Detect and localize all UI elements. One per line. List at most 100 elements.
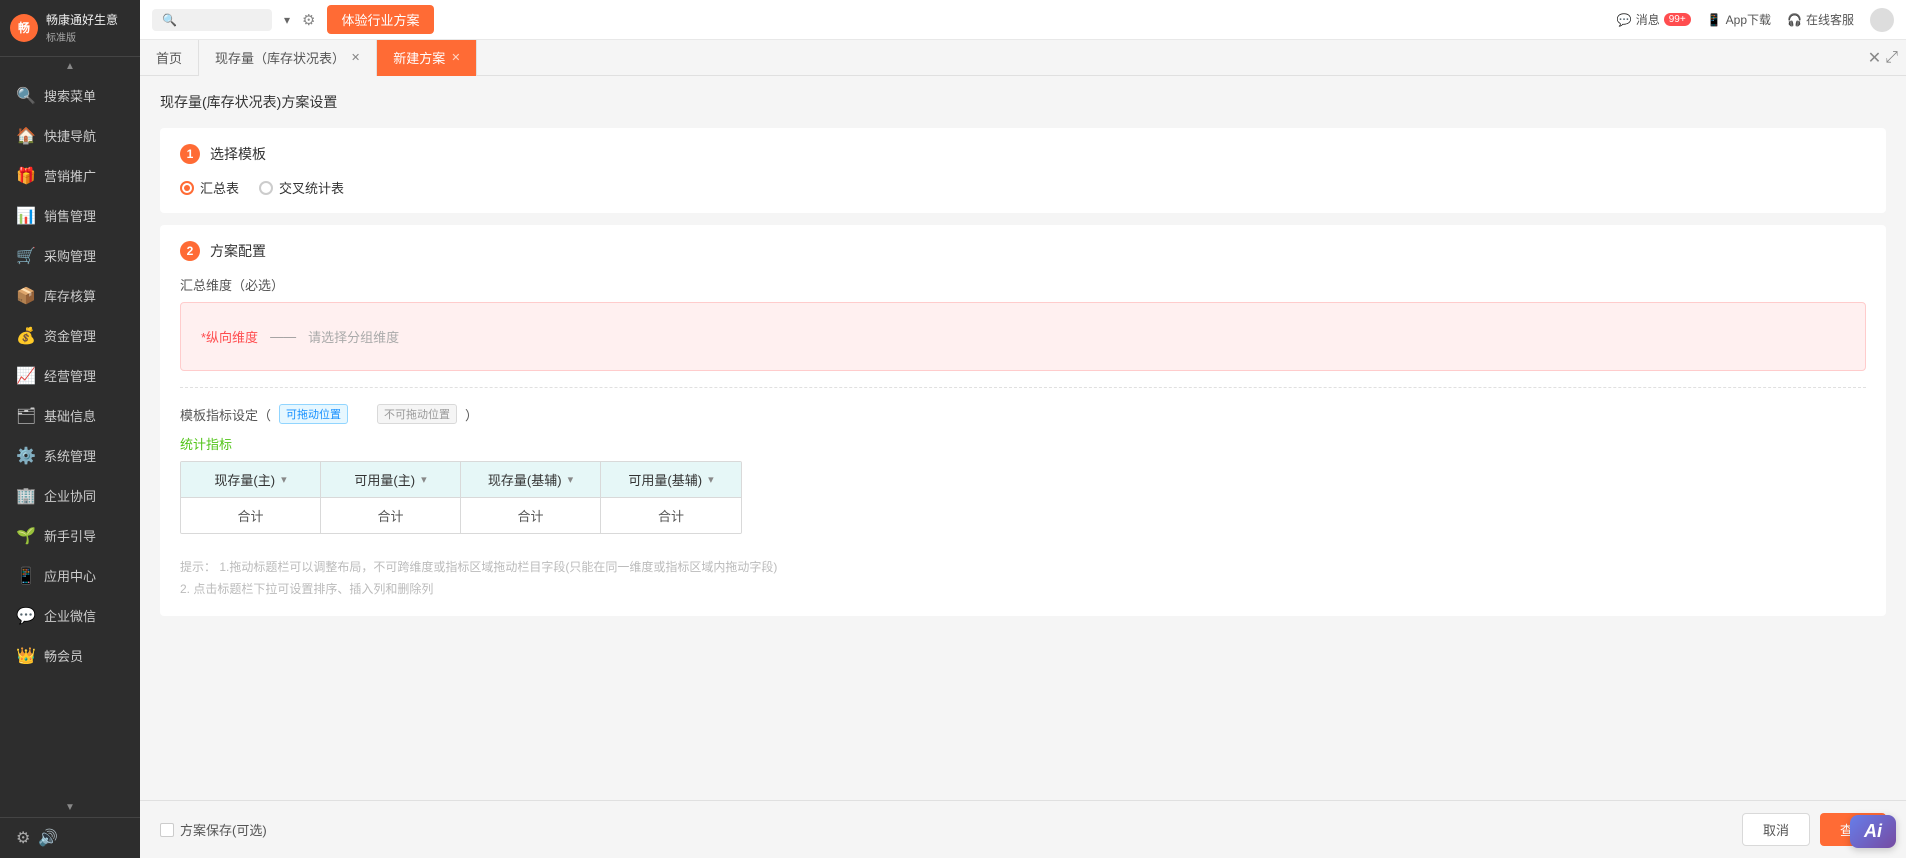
purchase-icon: 🛒 — [16, 246, 36, 266]
message-badge: 99+ — [1664, 13, 1691, 26]
topbar-search-icon: 🔍 — [162, 13, 177, 27]
sidebar-item-basic[interactable]: 🗂 基础信息 — [0, 396, 140, 436]
tabs-actions: ✕ ⤢ — [1868, 48, 1906, 68]
sidebar-scroll-down[interactable]: ▼ — [0, 798, 140, 817]
user-avatar[interactable] — [1870, 8, 1894, 32]
sidebar-item-sales[interactable]: 📊 销售管理 — [0, 196, 140, 236]
tab-home[interactable]: 首页 — [140, 40, 199, 76]
sidebar-scroll-up[interactable]: ▲ — [0, 57, 140, 76]
sidebar-marketing-label: 营销推广 — [44, 166, 96, 185]
tab-new-plan[interactable]: 新建方案 ✕ — [377, 40, 477, 76]
sidebar-basic-label: 基础信息 — [44, 406, 96, 425]
sidebar-item-finance[interactable]: 💰 资金管理 — [0, 316, 140, 356]
tips-section: 提示： 1.拖动标题栏可以调整布局，不可跨维度或指标区域拖动栏目字段(只能在同一… — [180, 557, 1866, 600]
cancel-button[interactable]: 取消 — [1742, 813, 1810, 846]
sidebar-item-inventory[interactable]: 📦 库存核算 — [0, 276, 140, 316]
sidebar-item-search[interactable]: 🔍 搜索菜单 — [0, 76, 140, 116]
settings-footer-icon[interactable]: ⚙ — [16, 828, 30, 848]
stat-col-body-text-0: 合计 — [237, 506, 263, 525]
radio-summary[interactable]: 汇总表 — [180, 178, 239, 197]
sidebar-operations-label: 经营管理 — [44, 366, 96, 385]
online-service-item[interactable]: 🎧 在线客服 — [1787, 11, 1854, 28]
stat-col-header-3[interactable]: 可用量(基辅) ▾ — [601, 462, 741, 498]
stat-col-body-1: 合计 — [321, 498, 461, 533]
sidebar-enterprise-label: 企业协同 — [44, 486, 96, 505]
close-tab-btn[interactable]: ✕ — [1868, 48, 1881, 68]
ai-badge[interactable]: Ai — [1850, 815, 1896, 848]
sidebar-wechat-label: 企业微信 — [44, 606, 96, 625]
logo-badge: 标准版 — [46, 29, 118, 44]
indicator-close-paren: ） — [465, 405, 478, 424]
wechat-icon: 💬 — [16, 606, 36, 626]
app-download-item[interactable]: 📱 App下载 — [1707, 11, 1771, 28]
message-label: 消息 — [1636, 11, 1660, 28]
section-template: 1 选择模板 汇总表 交叉统计表 — [160, 128, 1886, 213]
message-icon: 💬 — [1617, 13, 1632, 27]
section1-header: 1 选择模板 — [180, 144, 1866, 164]
sidebar-item-newbie[interactable]: 🌱 新手引导 — [0, 516, 140, 556]
stat-col-body-text-2: 合计 — [517, 506, 543, 525]
stat-table: 现存量(主)▾可用量(主)▾现存量(基辅)▾ 可用量(基辅) ▾ 合计 合计 合计 合计 — [180, 461, 742, 534]
stat-col-header-text-3: 可用量(基辅) — [628, 470, 702, 489]
tab-inventory[interactable]: 现存量（库存状况表） ✕ — [199, 40, 377, 76]
section1-title: 选择模板 — [210, 144, 266, 164]
topbar-dropdown[interactable]: ▾ — [284, 13, 290, 27]
finance-icon: 💰 — [16, 326, 36, 346]
sidebar-item-purchase[interactable]: 🛒 采购管理 — [0, 236, 140, 276]
sidebar-item-shortcut[interactable]: 🏠 快捷导航 — [0, 116, 140, 156]
topbar: 🔍 ▾ ⚙ 体验行业方案 💬 消息 99+ 📱 App下载 🎧 在线客服 — [140, 0, 1906, 40]
save-checkbox[interactable]: 方案保存(可选) — [160, 820, 267, 839]
sidebar-item-marketing[interactable]: 🎁 营销推广 — [0, 156, 140, 196]
sidebar-sales-label: 销售管理 — [44, 206, 96, 225]
phone-icon: 📱 — [1707, 13, 1722, 27]
message-item[interactable]: 💬 消息 99+ — [1617, 11, 1691, 28]
topbar-right: 💬 消息 99+ 📱 App下载 🎧 在线客服 — [1617, 8, 1894, 32]
dimension-box[interactable]: *纵向维度 —— 请选择分组维度 — [180, 302, 1866, 371]
template-radio-group: 汇总表 交叉统计表 — [180, 178, 1866, 197]
enterprise-icon: 🏢 — [16, 486, 36, 506]
dimension-placeholder: 请选择分组维度 — [308, 327, 399, 346]
sidebar-purchase-label: 采购管理 — [44, 246, 96, 265]
sidebar-search-label: 搜索菜单 — [44, 86, 96, 105]
volume-icon[interactable]: 🔊 — [38, 828, 58, 848]
indicator-settings-label: 模板指标设定（ 可拖动位置 不可拖动位置 ） — [180, 404, 1866, 424]
draggable-badge: 可拖动位置 — [279, 404, 348, 424]
stat-col-header-0[interactable]: 现存量(主)▾ — [181, 462, 321, 498]
non-draggable-badge: 不可拖动位置 — [377, 404, 457, 424]
stat-col-header-2[interactable]: 现存量(基辅)▾ — [461, 462, 601, 498]
system-icon: ⚙️ — [16, 446, 36, 466]
apps-icon: 📱 — [16, 566, 36, 586]
topbar-gear-icon[interactable]: ⚙ — [302, 11, 315, 29]
save-label: 方案保存(可选) — [180, 820, 267, 839]
topbar-search-box[interactable]: 🔍 — [152, 9, 272, 31]
stat-col-header-1[interactable]: 可用量(主)▾ — [321, 462, 461, 498]
chevron-down-icon-3: ▾ — [708, 473, 714, 486]
radio-summary-label: 汇总表 — [200, 178, 239, 197]
sidebar-item-system[interactable]: ⚙️ 系统管理 — [0, 436, 140, 476]
tab-new-plan-close[interactable]: ✕ — [451, 51, 460, 64]
sidebar-item-wechat[interactable]: 💬 企业微信 — [0, 596, 140, 636]
stat-col-body-3: 合计 — [601, 498, 741, 533]
sidebar-item-apps[interactable]: 📱 应用中心 — [0, 556, 140, 596]
stat-col-body-0: 合计 — [181, 498, 321, 533]
maximize-tab-btn[interactable]: ⤢ — [1885, 49, 1898, 67]
sidebar-menu: 🔍 搜索菜单 🏠 快捷导航 🎁 营销推广 📊 销售管理 🛒 采购管理 📦 库存核… — [0, 76, 140, 798]
stat-col-body-text-1: 合计 — [377, 506, 403, 525]
sidebar-shortcut-label: 快捷导航 — [44, 126, 96, 145]
logo-icon: 畅 — [10, 14, 38, 42]
radio-crosstab[interactable]: 交叉统计表 — [259, 178, 344, 197]
sidebar-item-enterprise[interactable]: 🏢 企业协同 — [0, 476, 140, 516]
sidebar-item-operations[interactable]: 📈 经营管理 — [0, 356, 140, 396]
save-checkbox-box[interactable] — [160, 823, 174, 837]
section-config: 2 方案配置 汇总维度（必选） *纵向维度 —— 请选择分组维度 模板指标设定（… — [160, 225, 1886, 616]
stat-table-body: 合计 合计 合计 合计 — [181, 498, 741, 533]
inventory-icon: 📦 — [16, 286, 36, 306]
sidebar-item-member[interactable]: 👑 畅会员 — [0, 636, 140, 676]
sidebar-inventory-label: 库存核算 — [44, 286, 96, 305]
tab-inventory-close[interactable]: ✕ — [351, 51, 360, 64]
chevron-down-icon-0: ▾ — [281, 473, 287, 486]
chevron-down-icon-1: ▾ — [421, 473, 427, 486]
trial-button[interactable]: 体验行业方案 — [327, 5, 433, 34]
stat-col-body-2: 合计 — [461, 498, 601, 533]
topbar-dropdown-icon: ▾ — [284, 13, 290, 27]
